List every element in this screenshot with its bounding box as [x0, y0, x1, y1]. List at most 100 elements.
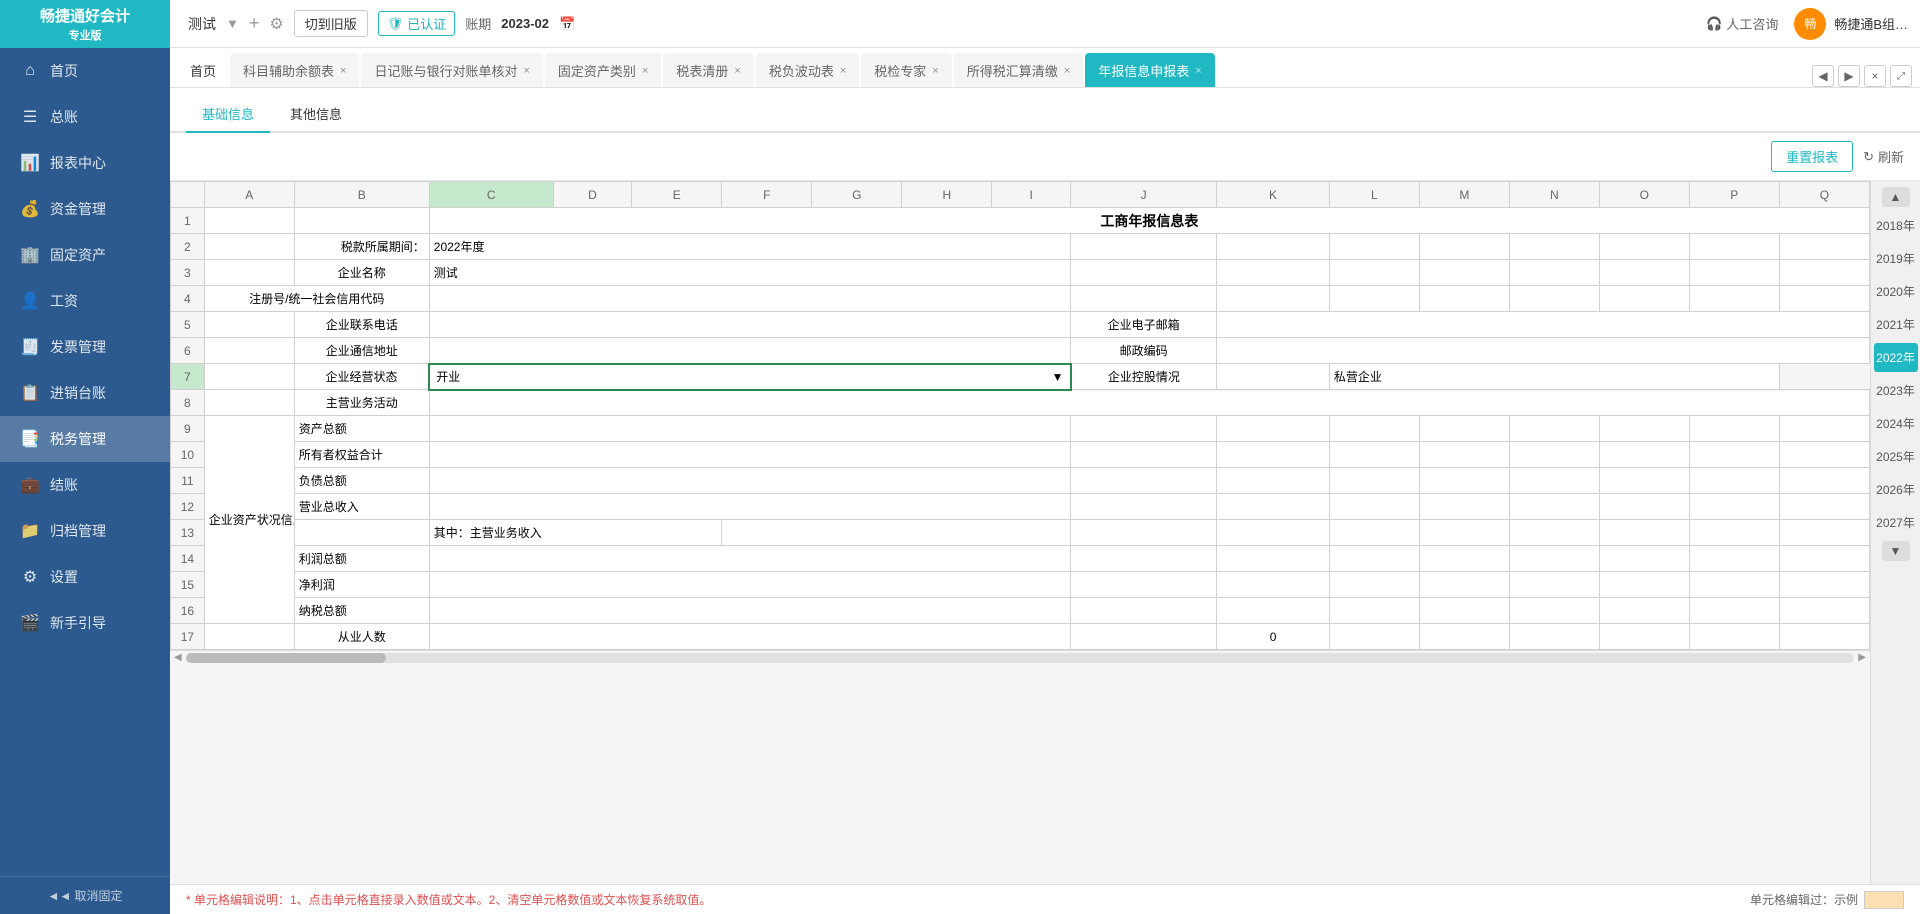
cell-6-J[interactable]: 邮政编码: [1071, 338, 1217, 364]
cell-4-O[interactable]: [1599, 286, 1689, 312]
cell-13-L[interactable]: [1329, 520, 1419, 546]
cell-4-A[interactable]: 注册号/统一社会信用代码: [204, 286, 429, 312]
cell-9-L[interactable]: [1329, 416, 1419, 442]
col-header-L[interactable]: L: [1329, 182, 1419, 208]
tab-close-tax-inspect[interactable]: ×: [932, 65, 938, 77]
cell-11-B[interactable]: 负债总额: [294, 468, 429, 494]
horizontal-scrollbar[interactable]: ◀ ▶: [170, 650, 1870, 664]
cell-16-M[interactable]: [1419, 598, 1509, 624]
tab-close-tax-fluctuation[interactable]: ×: [840, 65, 846, 77]
cell-14-J[interactable]: [1071, 546, 1217, 572]
cell-15-M[interactable]: [1419, 572, 1509, 598]
cell-11-Q[interactable]: [1779, 468, 1869, 494]
cell-5-J[interactable]: 企业电子邮箱: [1071, 312, 1217, 338]
cell-10-C[interactable]: [429, 442, 1070, 468]
cell-14-C[interactable]: [429, 546, 1070, 572]
tab-income-tax[interactable]: 所得税汇算清缴 ×: [954, 53, 1083, 87]
cell-2-M[interactable]: [1419, 234, 1509, 260]
business-status-dropdown[interactable]: 开业 ▼: [436, 368, 1063, 385]
cell-12-Q[interactable]: [1779, 494, 1869, 520]
sidebar-item-sales[interactable]: 📋 进销台账: [0, 370, 170, 416]
year-item-2027[interactable]: 2027年: [1874, 508, 1918, 537]
col-header-I[interactable]: I: [992, 182, 1071, 208]
cell-7-K[interactable]: [1217, 364, 1330, 390]
cell-17-M[interactable]: [1419, 624, 1509, 650]
cell-16-C[interactable]: [429, 598, 1070, 624]
cell-17-Q[interactable]: [1779, 624, 1869, 650]
cell-16-Q[interactable]: [1779, 598, 1869, 624]
cell-7-C[interactable]: 开业 ▼: [429, 364, 1070, 390]
cell-4-L[interactable]: [1329, 286, 1419, 312]
settings-icon[interactable]: ⚙: [269, 14, 283, 34]
col-header-F[interactable]: F: [722, 182, 812, 208]
dropdown-icon[interactable]: ▼: [226, 16, 239, 31]
cell-4-P[interactable]: [1689, 286, 1779, 312]
cell-11-C[interactable]: [429, 468, 1070, 494]
cell-1-B[interactable]: [294, 208, 429, 234]
support-area[interactable]: 🎧 人工咨询: [1706, 14, 1778, 33]
cell-12-N[interactable]: [1509, 494, 1599, 520]
tab-close-annual-report[interactable]: ×: [1195, 65, 1201, 77]
cell-4-J[interactable]: [1071, 286, 1217, 312]
cell-17-C[interactable]: [429, 624, 1070, 650]
cell-12-J[interactable]: [1071, 494, 1217, 520]
tab-tax-fluctuation[interactable]: 税负波动表 ×: [756, 53, 859, 87]
cell-3-Q[interactable]: [1779, 260, 1869, 286]
cell-15-N[interactable]: [1509, 572, 1599, 598]
cell-3-B[interactable]: 企业名称: [294, 260, 429, 286]
cell-17-J[interactable]: [1071, 624, 1217, 650]
tab-close-account-balance[interactable]: ×: [340, 65, 346, 77]
year-item-2026[interactable]: 2026年: [1874, 475, 1918, 504]
col-header-O[interactable]: O: [1599, 182, 1689, 208]
tab-fixed-assets[interactable]: 固定资产类别 ×: [545, 53, 661, 87]
cell-14-B[interactable]: 利润总额: [294, 546, 429, 572]
cell-9-B[interactable]: 资产总额: [294, 416, 429, 442]
cell-13-Q[interactable]: [1779, 520, 1869, 546]
cell-7-B[interactable]: 企业经营状态: [294, 364, 429, 390]
col-header-E[interactable]: E: [632, 182, 722, 208]
tab-close-fixed-assets[interactable]: ×: [642, 65, 648, 77]
tab-prev-button[interactable]: ◀: [1812, 65, 1834, 87]
col-header-G[interactable]: G: [812, 182, 902, 208]
tab-close-tax-list[interactable]: ×: [734, 65, 740, 77]
tab-next-button[interactable]: ▶: [1838, 65, 1860, 87]
tab-account-balance[interactable]: 科目辅助余额表 ×: [230, 53, 359, 87]
cell-15-J[interactable]: [1071, 572, 1217, 598]
cell-14-O[interactable]: [1599, 546, 1689, 572]
col-header-H[interactable]: H: [902, 182, 992, 208]
cell-12-K[interactable]: [1217, 494, 1330, 520]
sidebar-item-invoice[interactable]: 🧾 发票管理: [0, 324, 170, 370]
cell-2-A[interactable]: [204, 234, 294, 260]
cell-4-M[interactable]: [1419, 286, 1509, 312]
cell-3-M[interactable]: [1419, 260, 1509, 286]
cell-11-K[interactable]: [1217, 468, 1330, 494]
year-item-2025[interactable]: 2025年: [1874, 442, 1918, 471]
cell-2-C[interactable]: 2022年度: [429, 234, 1070, 260]
cell-12-P[interactable]: [1689, 494, 1779, 520]
cell-12-C[interactable]: [429, 494, 1070, 520]
col-header-A[interactable]: A: [204, 182, 294, 208]
sidebar-item-home[interactable]: ⌂ 首页: [0, 48, 170, 94]
cell-10-L[interactable]: [1329, 442, 1419, 468]
sidebar-item-reports[interactable]: 📊 报表中心: [0, 140, 170, 186]
cell-10-P[interactable]: [1689, 442, 1779, 468]
year-item-2021[interactable]: 2021年: [1874, 310, 1918, 339]
cell-16-K[interactable]: [1217, 598, 1330, 624]
cell-6-K[interactable]: [1217, 338, 1870, 364]
col-header-J[interactable]: J: [1071, 182, 1217, 208]
year-up-button[interactable]: ▲: [1882, 187, 1910, 207]
cell-4-K[interactable]: [1217, 286, 1330, 312]
year-item-2022[interactable]: 2022年: [1874, 343, 1918, 372]
cell-15-Q[interactable]: [1779, 572, 1869, 598]
cell-7-A[interactable]: [204, 364, 294, 390]
cell-9-O[interactable]: [1599, 416, 1689, 442]
tab-bank-reconcile[interactable]: 日记账与银行对账单核对 ×: [361, 53, 542, 87]
sidebar-item-archive[interactable]: 📁 归档管理: [0, 508, 170, 554]
cell-2-L[interactable]: [1329, 234, 1419, 260]
cell-1-A[interactable]: [204, 208, 294, 234]
cell-14-L[interactable]: [1329, 546, 1419, 572]
cell-9-M[interactable]: [1419, 416, 1509, 442]
cell-12-M[interactable]: [1419, 494, 1509, 520]
user-area[interactable]: 畅 畅捷通B组…: [1794, 8, 1908, 40]
cell-11-L[interactable]: [1329, 468, 1419, 494]
